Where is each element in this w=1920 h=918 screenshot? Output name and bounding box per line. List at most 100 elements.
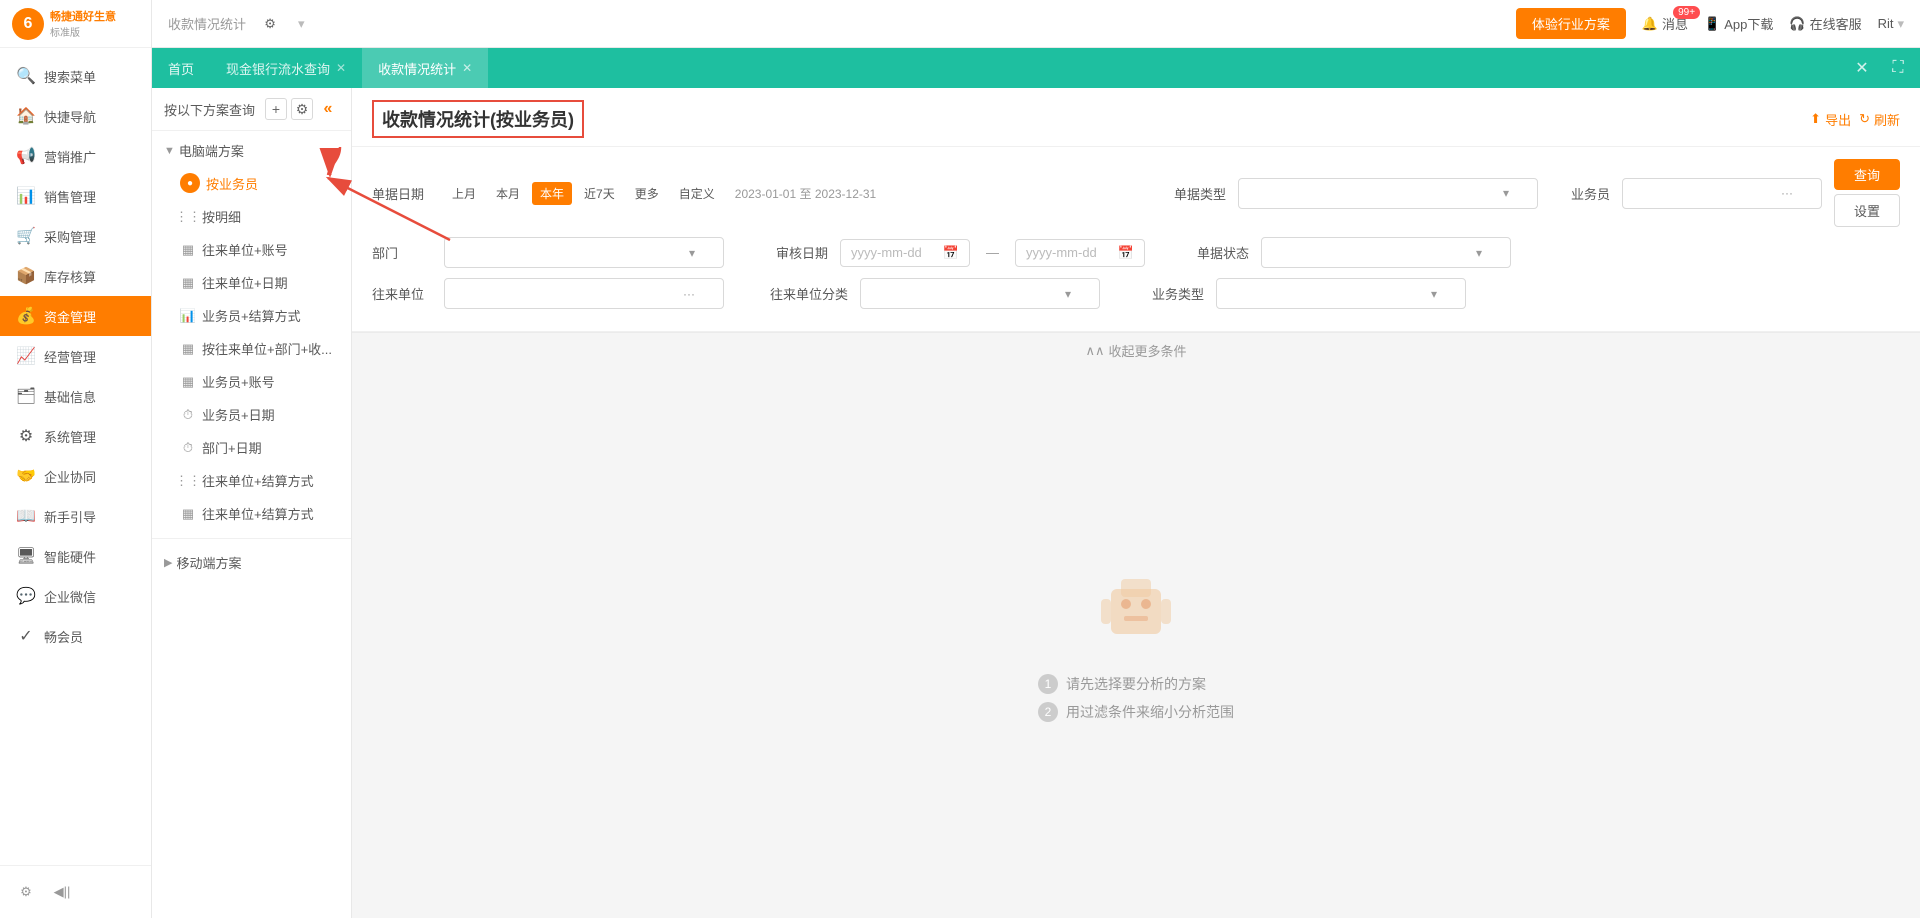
scheme-item-salesman[interactable]: ● 按业务员 — [152, 166, 351, 200]
scheme-item-unit-date[interactable]: ▦ 往来单位+日期 — [152, 266, 351, 299]
voucher-status-select[interactable]: ▾ — [1261, 237, 1511, 268]
counterpart-class-label: 往来单位分类 — [768, 284, 848, 303]
collapse-more-row[interactable]: ∧∧ 收起更多条件 — [352, 332, 1920, 368]
counterpart-label: 往来单位 — [372, 284, 432, 303]
scheme-item-unit-dept[interactable]: ▦ 按往来单位+部门+收... — [152, 332, 351, 365]
tab-home[interactable]: 首页 — [152, 48, 210, 88]
breadcrumb: 收款情况统计 — [168, 14, 246, 33]
sidebar-item-enterprise[interactable]: 🤝 企业协同 — [0, 456, 151, 496]
trial-button[interactable]: 体验行业方案 — [1516, 8, 1626, 39]
user-name[interactable]: Rit ▾ — [1878, 16, 1904, 32]
tab-close-all-button[interactable]: ✕ — [1848, 54, 1876, 82]
logo-area: 6 畅捷通好生意 标准版 — [0, 0, 151, 48]
page-title: 收款情况统计(按业务员) — [372, 100, 584, 138]
filter-row-1: 单据日期 上月 本月 本年 近7天 更多 自定义 2023-01-01 至 20… — [372, 159, 1900, 227]
sidebar-settings-button[interactable]: ⚙ — [12, 878, 40, 906]
refresh-button[interactable]: ↻ 刷新 — [1859, 110, 1900, 129]
voucher-type-arrow-icon: ▾ — [1503, 186, 1509, 200]
sidebar-collapse-button[interactable]: ◀|| — [48, 878, 76, 906]
scheme-item-detail[interactable]: ⋮⋮ 按明细 — [152, 200, 351, 233]
scheme-item-unit-settlement1[interactable]: ⋮⋮ 往来单位+结算方式 — [152, 464, 351, 497]
business-type-arrow-icon: ▾ — [1431, 287, 1437, 301]
sidebar-item-inventory[interactable]: 📦 库存核算 — [0, 256, 151, 296]
counterpart-class-arrow-icon: ▾ — [1065, 287, 1071, 301]
sidebar-item-hardware[interactable]: 🖥 智能硬件 — [0, 536, 151, 576]
filter-settings-button[interactable]: 设置 — [1834, 194, 1900, 227]
tree-mobile-header[interactable]: ▶ 移动端方案 — [152, 547, 351, 578]
tabbar-right: ✕ ⛶ — [1848, 54, 1920, 82]
date-tab-this-year[interactable]: 本年 — [532, 182, 572, 205]
notification-button[interactable]: 🔔 消息 99+ — [1642, 14, 1688, 33]
voucher-status-label: 单据状态 — [1189, 243, 1249, 262]
scheme-settings-button[interactable]: ⚙ — [291, 98, 313, 120]
empty-state: 1 请先选择要分析的方案 2 用过滤条件来缩小分析范围 — [1038, 564, 1234, 722]
date-tab-last-month[interactable]: 上月 — [444, 182, 484, 205]
scheme-item-dept-date[interactable]: ⏱ 部门+日期 — [152, 431, 351, 464]
scheme-item-unit-account[interactable]: ▦ 往来单位+账号 — [152, 233, 351, 266]
sidebar-item-member[interactable]: ✓ 畅会员 — [0, 616, 151, 656]
sidebar-item-finance[interactable]: 💰 资金管理 — [0, 296, 151, 336]
review-date-to-input[interactable]: yyyy-mm-dd 📅 — [1015, 239, 1145, 267]
date-tab-more[interactable]: 更多 — [627, 182, 667, 205]
search-icon: 🔍 — [16, 66, 36, 86]
tab-receipt[interactable]: 收款情况统计 ✕ — [362, 48, 488, 88]
sidebar-item-purchase[interactable]: 🛒 采购管理 — [0, 216, 151, 256]
scheme-item-salesman-date[interactable]: ⏱ 业务员+日期 — [152, 398, 351, 431]
voucher-type-select[interactable]: ▾ — [1238, 178, 1538, 209]
sidebar-item-operation[interactable]: 📈 经营管理 — [0, 336, 151, 376]
counterpart-select[interactable]: ··· — [444, 278, 724, 309]
right-panel: 收款情况统计(按业务员) ⬆ 导出 ↻ 刷新 单据日期 — [352, 88, 1920, 918]
date-tab-7days[interactable]: 近7天 — [576, 182, 623, 205]
scheme-item-salesman-settlement[interactable]: 📊 业务员+结算方式 — [152, 299, 351, 332]
panel-collapse-button[interactable]: « — [317, 98, 339, 120]
counterpart-class-select[interactable]: ▾ — [860, 278, 1100, 309]
app-download-button[interactable]: 📱 App下载 — [1704, 14, 1773, 33]
tab-maximize-button[interactable]: ⛶ — [1884, 54, 1912, 82]
tree-desktop-header[interactable]: ▼ 电脑端方案 — [152, 135, 351, 166]
sidebar-item-guide[interactable]: 📖 新手引导 — [0, 496, 151, 536]
add-scheme-button[interactable]: + — [265, 98, 287, 120]
sidebar-item-basic[interactable]: 🗂 基础信息 — [0, 376, 151, 416]
sidebar-item-sales[interactable]: 📊 销售管理 — [0, 176, 151, 216]
tab-close-receipt[interactable]: ✕ — [462, 61, 472, 75]
operation-icon: 📈 — [16, 346, 36, 366]
dept-select[interactable]: ▾ — [444, 237, 724, 268]
calendar2-icon: 📅 — [1118, 245, 1134, 261]
sidebar-item-system[interactable]: ⚙ 系统管理 — [0, 416, 151, 456]
service-icon: 🎧 — [1789, 16, 1805, 32]
export-button[interactable]: ⬆ 导出 — [1810, 110, 1851, 129]
review-date-from-input[interactable]: yyyy-mm-dd 📅 — [840, 239, 970, 267]
business-type-select[interactable]: ▾ — [1216, 278, 1466, 309]
export-icon: ⬆ — [1810, 111, 1821, 127]
sidebar-item-wechat[interactable]: 💬 企业微信 — [0, 576, 151, 616]
tab-close-cashflow[interactable]: ✕ — [336, 61, 346, 75]
dept-arrow-icon: ▾ — [689, 246, 695, 260]
bell-icon: 🔔 — [1642, 16, 1658, 32]
sidebar-item-search-menu[interactable]: 🔍 搜索菜单 — [0, 56, 151, 96]
topbar-settings-button[interactable]: ⚙ — [254, 8, 286, 40]
left-panel: 按以下方案查询 + ⚙ « ▼ 电脑端方案 ● 按业务员 ⋮⋮ — [152, 88, 352, 918]
sidebar-item-quick-nav[interactable]: 🏠 快捷导航 — [0, 96, 151, 136]
calendar-icon: 📅 — [943, 245, 959, 261]
sidebar-item-marketing[interactable]: 📢 营销推广 — [0, 136, 151, 176]
date-tab-this-month[interactable]: 本月 — [488, 182, 528, 205]
scheme-item-salesman-account[interactable]: ▦ 业务员+账号 — [152, 365, 351, 398]
content-area: 按以下方案查询 + ⚙ « ▼ 电脑端方案 ● 按业务员 ⋮⋮ — [152, 88, 1920, 918]
sidebar-nav: 🔍 搜索菜单 🏠 快捷导航 📢 营销推广 📊 销售管理 🛒 采购管理 📦 库存核… — [0, 48, 151, 865]
dept-date-icon: ⏱ — [180, 440, 196, 456]
home-icon: 🏠 — [16, 106, 36, 126]
filter-area: 单据日期 上月 本月 本年 近7天 更多 自定义 2023-01-01 至 20… — [352, 147, 1920, 332]
scheme-item-unit-settlement2[interactable]: ▦ 往来单位+结算方式 — [152, 497, 351, 530]
query-button[interactable]: 查询 — [1834, 159, 1900, 190]
salesman-select[interactable]: ··· — [1622, 178, 1822, 209]
logo-text: 畅捷通好生意 标准版 — [50, 8, 116, 39]
date-separator: — — [986, 245, 999, 260]
collapse-more-button[interactable]: ∧∧ 收起更多条件 — [1085, 341, 1186, 360]
online-service-button[interactable]: 🎧 在线客服 — [1789, 14, 1861, 33]
date-tab-custom[interactable]: 自定义 — [671, 182, 723, 205]
content-body: 1 请先选择要分析的方案 2 用过滤条件来缩小分析范围 — [352, 368, 1920, 918]
download-icon: 📱 — [1704, 16, 1720, 32]
marketing-icon: 📢 — [16, 146, 36, 166]
purchase-icon: 🛒 — [16, 226, 36, 246]
tab-cashflow[interactable]: 现金银行流水查询 ✕ — [210, 48, 362, 88]
